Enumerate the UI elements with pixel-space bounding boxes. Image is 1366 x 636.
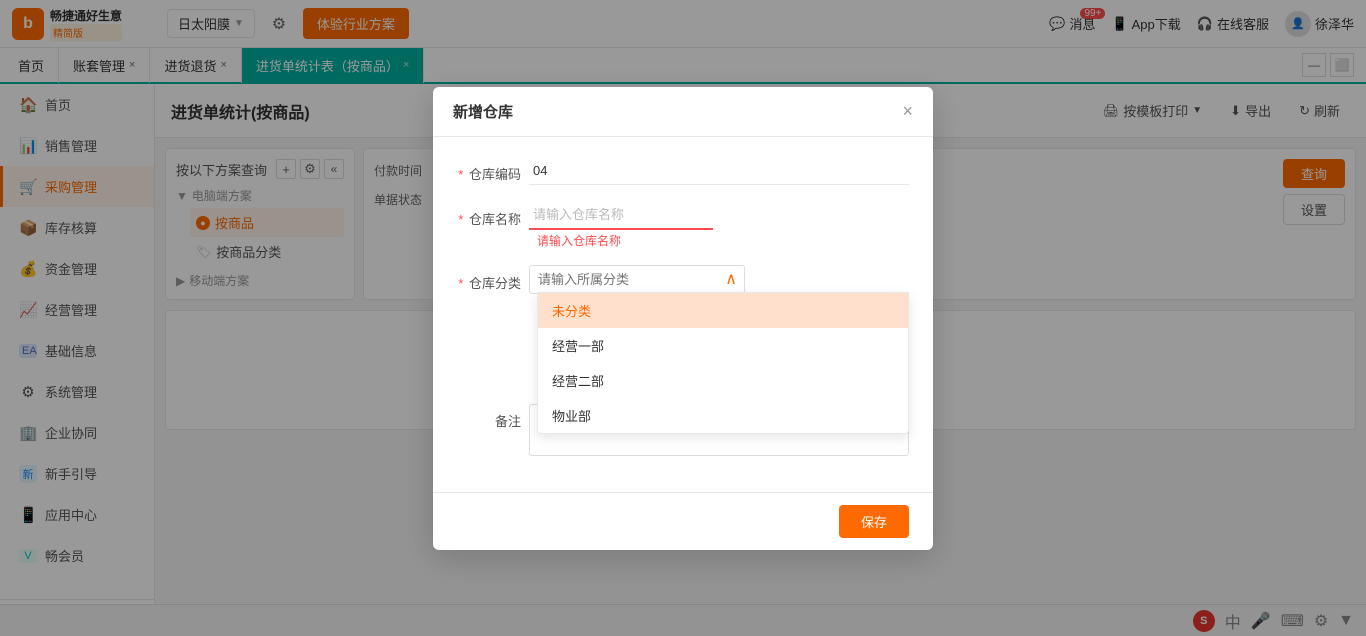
code-row: * 仓库编码 [457, 157, 909, 185]
name-row: * 仓库名称 请输入仓库名称 [457, 201, 909, 249]
category-label-text: 仓库分类 [469, 276, 521, 291]
dropdown-item-property[interactable]: 物业部 [538, 398, 908, 433]
dropdown-item-dept2[interactable]: 经营二部 [538, 363, 908, 398]
note-label: 备注 [457, 404, 529, 430]
required-star-name: * [458, 212, 463, 227]
required-star: * [458, 167, 463, 182]
code-input[interactable] [529, 157, 909, 185]
category-label: * 仓库分类 [457, 266, 529, 292]
code-label: * 仓库编码 [457, 157, 529, 183]
modal-body: * 仓库编码 * 仓库名称 请输入仓库名称 [433, 137, 933, 492]
modal-overlay[interactable]: 新增仓库 × * 仓库编码 * 仓库名称 [0, 0, 1366, 636]
category-dropdown: 未分类 经营一部 经营二部 物业部 [537, 292, 909, 434]
category-select-wrap: ∧ [529, 265, 745, 294]
name-label: * 仓库名称 [457, 202, 529, 228]
note-label-text: 备注 [495, 414, 521, 429]
save-button[interactable]: 保存 [839, 505, 909, 538]
modal-close-button[interactable]: × [902, 101, 913, 122]
name-input[interactable] [529, 201, 713, 230]
category-row: * 仓库分类 ∧ 未分类 经营一部 经营二部 物业部 [457, 265, 909, 294]
modal-header: 新增仓库 × [433, 87, 933, 137]
modal-title: 新增仓库 [453, 101, 513, 122]
name-field-wrap: * 仓库名称 [457, 201, 713, 230]
name-label-text: 仓库名称 [469, 212, 521, 227]
code-label-text: 仓库编码 [469, 167, 521, 182]
required-star-cat: * [458, 276, 463, 291]
category-field-wrap: * 仓库分类 ∧ [457, 265, 745, 294]
category-input[interactable] [529, 265, 745, 294]
name-error-msg: 请输入仓库名称 [457, 232, 621, 249]
dropdown-item-unclassified[interactable]: 未分类 [538, 293, 908, 328]
dropdown-item-dept1[interactable]: 经营一部 [538, 328, 908, 363]
add-warehouse-modal: 新增仓库 × * 仓库编码 * 仓库名称 [433, 87, 933, 550]
modal-footer: 保存 [433, 492, 933, 550]
